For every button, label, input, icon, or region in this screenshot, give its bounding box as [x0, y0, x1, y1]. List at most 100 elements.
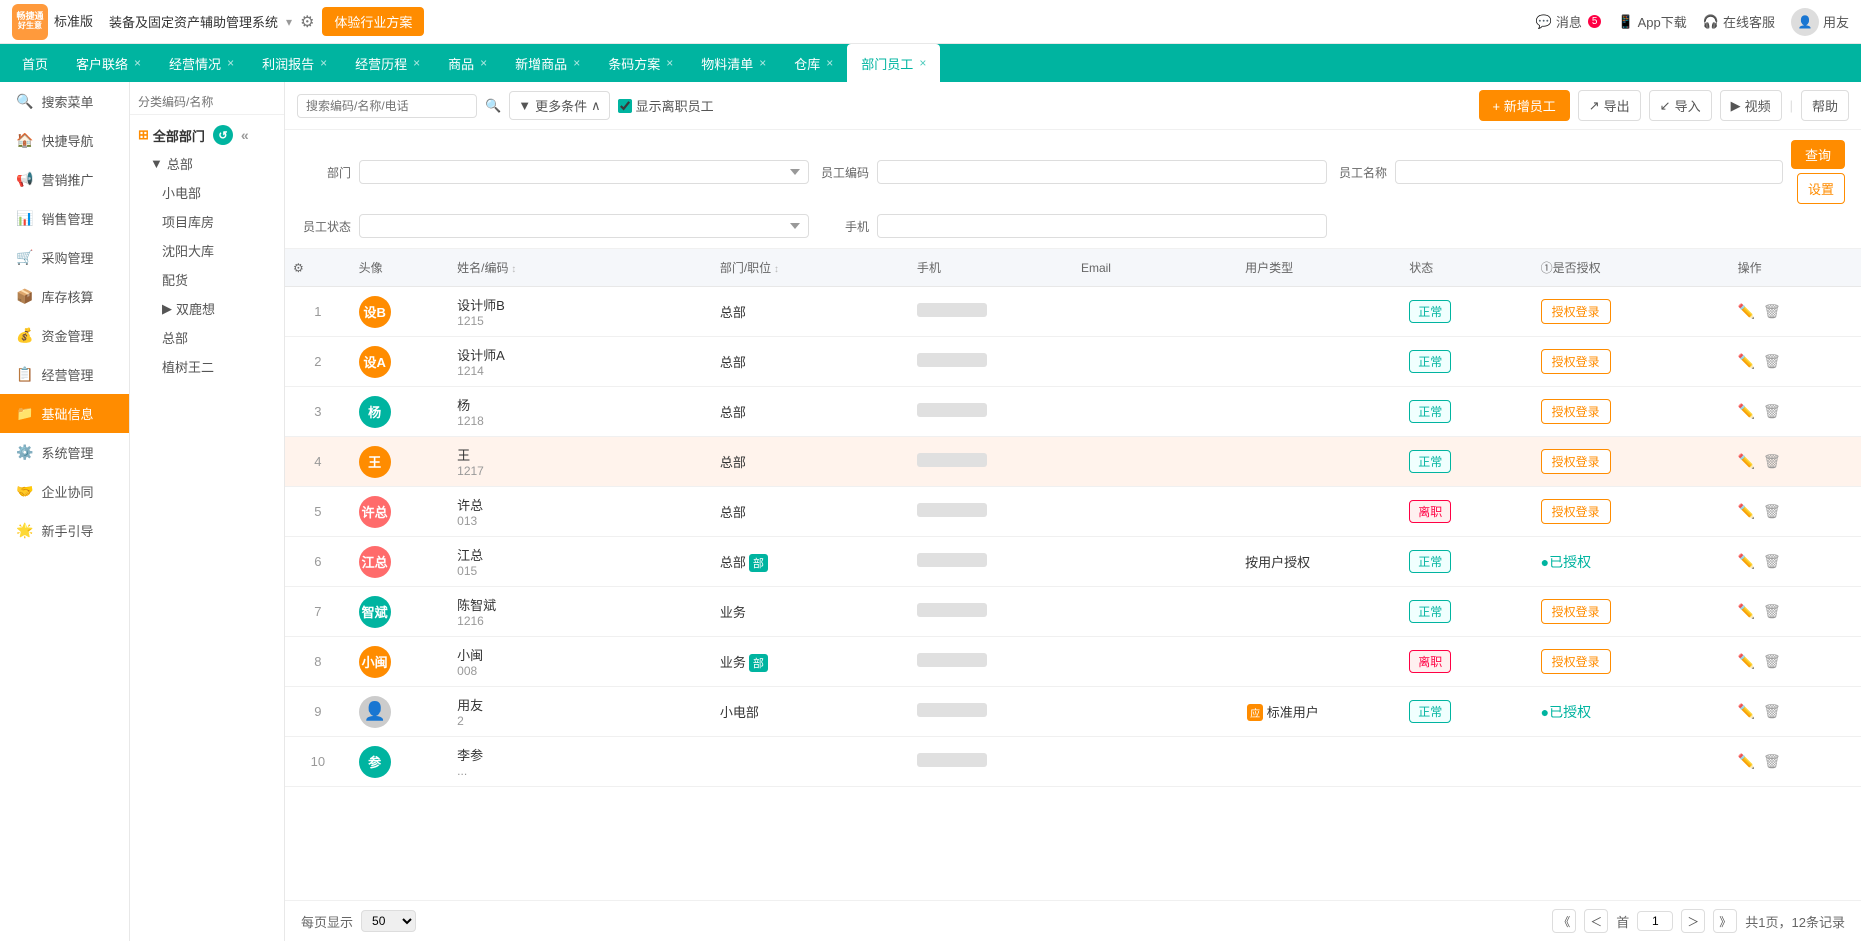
- tab-close-operation[interactable]: ×: [227, 56, 234, 70]
- col-name[interactable]: 姓名/编码: [449, 249, 712, 287]
- topbar-dropdown-arrow[interactable]: ▾: [286, 15, 292, 29]
- filter-phone-input[interactable]: [877, 214, 1327, 238]
- more-filter-btn[interactable]: ▼ 更多条件 ∧: [509, 91, 609, 120]
- delete-icon[interactable]: 🗑: [1763, 503, 1781, 520]
- edit-icon[interactable]: ✏️: [1738, 553, 1755, 570]
- auth-btn[interactable]: 授权登录: [1541, 449, 1611, 474]
- sidebar-item-purchase[interactable]: 🛒 采购管理: [0, 238, 129, 277]
- auth-btn[interactable]: 授权登录: [1541, 349, 1611, 374]
- trial-btn[interactable]: 体验行业方案: [322, 7, 424, 36]
- auth-btn[interactable]: 授权登录: [1541, 599, 1611, 624]
- tab-barcode[interactable]: 条码方案×: [594, 44, 687, 82]
- dept-node-headquarters[interactable]: 总部: [130, 323, 284, 352]
- filter-reset-btn[interactable]: 设置: [1797, 173, 1845, 204]
- delete-icon[interactable]: 🗑: [1763, 703, 1781, 720]
- dept-refresh-btn[interactable]: ↺: [213, 125, 233, 145]
- edit-icon[interactable]: ✏️: [1738, 453, 1755, 470]
- prev-page-btn[interactable]: ＜: [1584, 909, 1608, 933]
- dept-node-project[interactable]: 项目库房: [130, 207, 284, 236]
- filter-status-select[interactable]: [359, 214, 809, 238]
- dept-node-double-deer[interactable]: ▶ 双鹿想: [130, 294, 284, 323]
- tab-department[interactable]: 部门员工×: [847, 44, 940, 82]
- search-icon[interactable]: 🔍: [485, 98, 501, 114]
- tab-goods[interactable]: 商品×: [434, 44, 501, 82]
- tab-close-history[interactable]: ×: [413, 56, 420, 70]
- col-dept[interactable]: 部门/职位: [712, 249, 909, 287]
- tab-new-goods[interactable]: 新增商品×: [501, 44, 594, 82]
- dept-node-plant[interactable]: 植树王二: [130, 352, 284, 381]
- filter-code-input[interactable]: [877, 160, 1327, 184]
- tab-close-barcode[interactable]: ×: [666, 56, 673, 70]
- filter-name-input[interactable]: [1395, 160, 1783, 184]
- sidebar-item-marketing[interactable]: 📢 营销推广: [0, 160, 129, 199]
- edit-icon[interactable]: ✏️: [1738, 403, 1755, 420]
- tab-profit[interactable]: 利润报告×: [248, 44, 341, 82]
- user-item[interactable]: 👤 用友: [1791, 8, 1849, 36]
- search-input[interactable]: [297, 94, 477, 118]
- tab-customer[interactable]: 客户联络×: [62, 44, 155, 82]
- last-page-btn[interactable]: 》: [1713, 909, 1737, 933]
- edit-icon[interactable]: ✏️: [1738, 653, 1755, 670]
- delete-icon[interactable]: 🗑: [1763, 403, 1781, 420]
- sidebar-item-basic[interactable]: 📁 基础信息: [0, 394, 129, 433]
- sidebar-item-nav[interactable]: 🏠 快捷导航: [0, 121, 129, 160]
- page-size-select[interactable]: 50 100 200: [361, 910, 416, 932]
- edit-icon[interactable]: ✏️: [1738, 703, 1755, 720]
- tab-close-department[interactable]: ×: [919, 56, 926, 70]
- export-btn[interactable]: ↗ 导出: [1578, 90, 1641, 121]
- sidebar-item-operation[interactable]: 📋 经营管理: [0, 355, 129, 394]
- delete-icon[interactable]: 🗑: [1763, 353, 1781, 370]
- tab-close-warehouse[interactable]: ×: [826, 56, 833, 70]
- show-resigned-label[interactable]: 显示离职员工: [618, 96, 714, 115]
- delete-icon[interactable]: 🗑: [1763, 553, 1781, 570]
- auth-btn[interactable]: 授权登录: [1541, 399, 1611, 424]
- dept-node-small-electric[interactable]: 小电部: [130, 178, 284, 207]
- message-item[interactable]: 💬 消息 5: [1536, 12, 1602, 31]
- auth-btn[interactable]: 授权登录: [1541, 299, 1611, 324]
- sidebar-item-guide[interactable]: 🌟 新手引导: [0, 511, 129, 550]
- filter-dept-select[interactable]: [359, 160, 809, 184]
- auth-btn[interactable]: 授权登录: [1541, 649, 1611, 674]
- add-employee-btn[interactable]: + 新增员工: [1479, 90, 1570, 121]
- help-btn[interactable]: 帮助: [1801, 90, 1849, 121]
- import-btn[interactable]: ↙ 导入: [1649, 90, 1712, 121]
- dept-all-header[interactable]: ⊞ 全部部门 ↺ «: [130, 121, 284, 149]
- delete-icon[interactable]: 🗑: [1763, 453, 1781, 470]
- tab-home[interactable]: 首页: [8, 44, 62, 82]
- gear-icon[interactable]: ⚙: [300, 12, 314, 32]
- sidebar-item-finance[interactable]: 💰 资金管理: [0, 316, 129, 355]
- next-page-btn[interactable]: ＞: [1681, 909, 1705, 933]
- dept-node-shenyang[interactable]: 沈阳大库: [130, 236, 284, 265]
- sidebar-item-sales[interactable]: 📊 销售管理: [0, 199, 129, 238]
- online-service-item[interactable]: 🎧 在线客服: [1703, 12, 1775, 31]
- dept-node-distribution[interactable]: 配货: [130, 265, 284, 294]
- show-resigned-checkbox[interactable]: [618, 99, 632, 113]
- auth-btn[interactable]: 授权登录: [1541, 499, 1611, 524]
- tab-warehouse[interactable]: 仓库×: [780, 44, 847, 82]
- delete-icon[interactable]: 🗑: [1763, 753, 1781, 770]
- dept-search-input[interactable]: [138, 95, 285, 109]
- delete-icon[interactable]: 🗑: [1763, 303, 1781, 320]
- view-btn[interactable]: ▶ 视频: [1720, 90, 1782, 121]
- page-input[interactable]: [1637, 911, 1673, 931]
- tab-close-customer[interactable]: ×: [134, 56, 141, 70]
- tab-close-new-goods[interactable]: ×: [573, 56, 580, 70]
- tab-history[interactable]: 经营历程×: [341, 44, 434, 82]
- edit-icon[interactable]: ✏️: [1738, 303, 1755, 320]
- edit-icon[interactable]: ✏️: [1738, 503, 1755, 520]
- tab-close-profit[interactable]: ×: [320, 56, 327, 70]
- delete-icon[interactable]: 🗑: [1763, 653, 1781, 670]
- tab-operation[interactable]: 经营情况×: [155, 44, 248, 82]
- dept-collapse-btn[interactable]: «: [241, 127, 249, 143]
- edit-icon[interactable]: ✏️: [1738, 753, 1755, 770]
- filter-query-btn[interactable]: 查询: [1791, 140, 1845, 169]
- app-download-item[interactable]: 📱 App下载: [1617, 12, 1686, 31]
- sidebar-item-search[interactable]: 🔍 搜索菜单: [0, 82, 129, 121]
- tab-close-goods[interactable]: ×: [480, 56, 487, 70]
- delete-icon[interactable]: 🗑: [1763, 603, 1781, 620]
- sidebar-item-collab[interactable]: 🤝 企业协同: [0, 472, 129, 511]
- first-page-btn[interactable]: 《: [1552, 909, 1576, 933]
- dept-node-head[interactable]: ▼ 总部: [130, 149, 284, 178]
- edit-icon[interactable]: ✏️: [1738, 603, 1755, 620]
- tab-close-bom[interactable]: ×: [759, 56, 766, 70]
